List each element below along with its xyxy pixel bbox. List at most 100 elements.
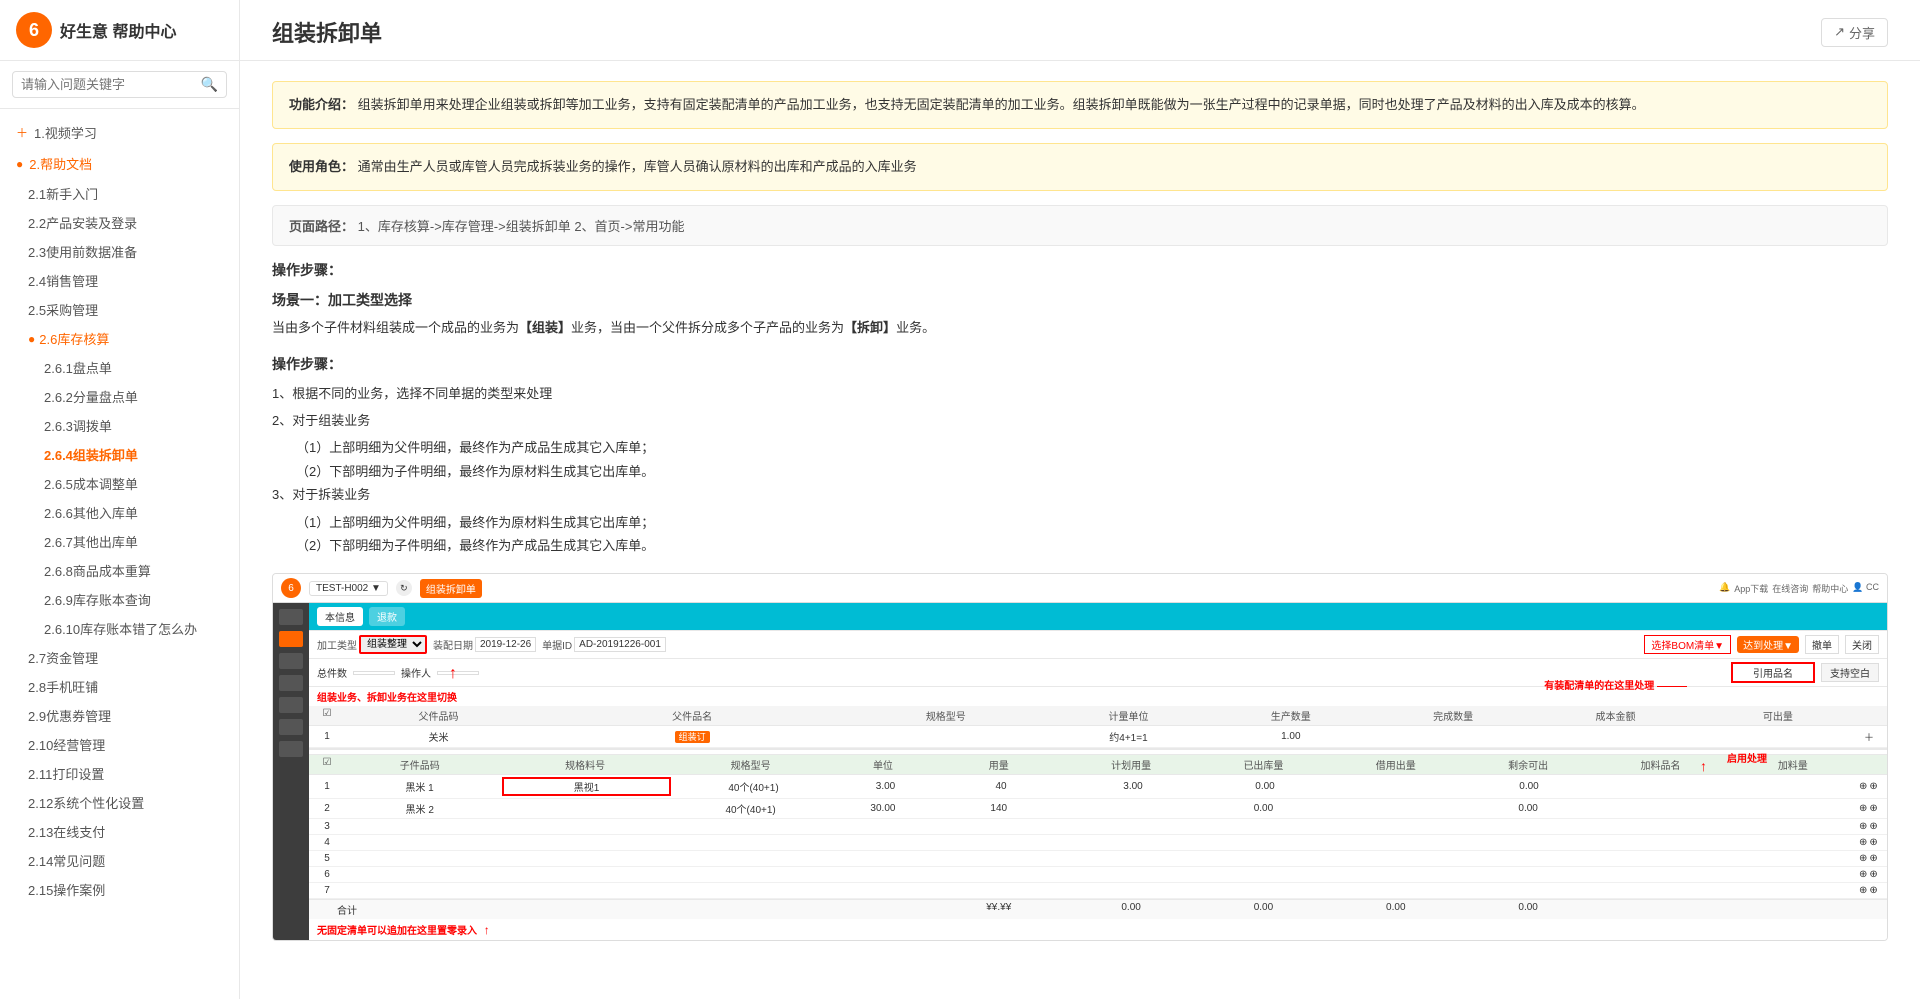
sidebar-item-2-6-6[interactable]: 2.6.6其他入库单 xyxy=(44,498,239,527)
sidebar-item-2-7[interactable]: 2.7资金管理 xyxy=(28,643,239,672)
mock-company-select: TEST-H002 ▼ xyxy=(309,581,388,596)
mock-child-row-1: 1 黑米 1 黑视1 40个(40+1) 3.00 40 3.00 0.00 xyxy=(309,775,1887,799)
sidebar-item-2-6-1[interactable]: 2.6.1盘点单 xyxy=(44,353,239,382)
sidebar-item-2-2[interactable]: 2.2产品安装及登录 xyxy=(28,208,239,237)
mock-count-value xyxy=(353,671,395,675)
mock-row-badge: 组装订 xyxy=(675,731,710,743)
path-block: 页面路径： 1、库存核算->库存管理->组装拆卸单 2、首页->常用功能 xyxy=(272,205,1888,246)
sidebar-item-2-1[interactable]: 2.1新手入门 xyxy=(28,179,239,208)
share-icon: ↗ xyxy=(1834,24,1845,40)
search-input[interactable] xyxy=(21,77,201,92)
sidebar-item-2-13[interactable]: 2.13在线支付 xyxy=(28,817,239,846)
sidebar-item-2-5[interactable]: 2.5采购管理 xyxy=(28,295,239,324)
sidebar-item-2-3[interactable]: 2.3使用前数据准备 xyxy=(28,237,239,266)
mock-child-row-6: 6 ⊕⊕ xyxy=(309,867,1887,883)
mock-undo-btn[interactable]: 撤单 xyxy=(1805,635,1839,654)
step2-sub2: （2）下部明细为子件明细，最终作为原材料生成其它出库单。 xyxy=(296,460,1888,483)
mock-id-value: AD-20191226-001 xyxy=(574,637,666,652)
logo-area: 6 好生意 帮助中心 xyxy=(0,0,239,61)
sidebar-item-2-6-2[interactable]: 2.6.2分量盘点单 xyxy=(44,382,239,411)
mock-form-header: 本信息 退款 xyxy=(309,603,1887,631)
mock-field-id: 单据ID AD-20191226-001 xyxy=(542,637,666,652)
page-header: 组装拆卸单 ↗ 分享 xyxy=(240,0,1920,61)
mock-child-row-4: 4 ⊕⊕ xyxy=(309,835,1887,851)
mock-child-row-3: 3 ⊕⊕ xyxy=(309,819,1887,835)
mock-person-value xyxy=(437,671,479,675)
app-title: 好生意 帮助中心 xyxy=(60,18,176,42)
mock-cancel-btn[interactable]: 关闭 xyxy=(1845,635,1879,654)
sidebar-item-2-6-5[interactable]: 2.6.5成本调整单 xyxy=(44,469,239,498)
sidebar-item-2-6-7[interactable]: 2.6.7其他出库单 xyxy=(44,527,239,556)
mock-left-sidebar xyxy=(273,603,309,940)
sidebar-item-2-4[interactable]: 2.4销售管理 xyxy=(28,266,239,295)
search-box[interactable]: 🔍 xyxy=(12,71,227,98)
share-button[interactable]: ↗ 分享 xyxy=(1821,18,1888,47)
main-area: 组装拆卸单 ↗ 分享 功能介绍： 组装拆卸单用来处理企业组装或拆卸等加工业务，支… xyxy=(240,0,1920,999)
sidebar-item-2-12[interactable]: 2.12系统个性化设置 xyxy=(28,788,239,817)
sidebar-item-2-6-8[interactable]: 2.6.8商品成本重算 xyxy=(44,556,239,585)
mock-bom-select[interactable]: 选择BOM清单▼ xyxy=(1644,635,1731,654)
sidebar-item-videos[interactable]: ＋ 1.视频学习 xyxy=(0,117,239,148)
sidebar-2-6-children: 2.6.1盘点单 2.6.2分量盘点单 2.6.3调拨单 2.6.4组装拆卸单 … xyxy=(28,353,239,643)
mock-main-area: 本信息 退款 加工类型 组装整理 xyxy=(273,603,1887,940)
mock-sidebar-orders xyxy=(279,631,303,647)
mock-field-date: 装配日期 2019-12-26 xyxy=(433,637,536,652)
sidebar-item-2-14[interactable]: 2.14常见问题 xyxy=(28,846,239,875)
scene1-desc: 当由多个子件材料组装成一个成品的业务为【组装】业务，当由一个父件拆分成多个子产品… xyxy=(272,316,1888,339)
sidebar-item-2-11[interactable]: 2.11打印设置 xyxy=(28,759,239,788)
sidebar-item-2-6-3[interactable]: 2.6.3调拨单 xyxy=(44,411,239,440)
page-title: 组装拆卸单 xyxy=(272,16,382,48)
mock-child-table-footer: 合计 ¥¥.¥¥ 0.00 0.00 0.00 0.00 xyxy=(309,899,1887,919)
mock-sidebar-settings xyxy=(279,741,303,757)
nav-tree: ＋ 1.视频学习 ● 2.帮助文档 2.1新手入门 2.2产品安装及登录 2.3… xyxy=(0,109,239,999)
mock-type-select[interactable]: 组装整理 xyxy=(359,635,427,654)
mock-parent-row-1: 1 关米 组装订 约4+1=1 1.00 xyxy=(309,726,1887,748)
sidebar-item-docs[interactable]: ● 2.帮助文档 xyxy=(0,148,239,179)
mock-refresh-icon: ↻ xyxy=(396,580,412,596)
step2: 2、对于组装业务 xyxy=(272,409,1888,432)
sidebar-item-2-6-9[interactable]: 2.6.9库存账本查询 xyxy=(44,585,239,614)
mock-child-row-7: 7 ⊕⊕ xyxy=(309,883,1887,899)
steps-label: 操作步骤： xyxy=(272,354,1888,374)
mock-sidebar-reports xyxy=(279,719,303,735)
mock-warehouse-input[interactable]: 引用品名 xyxy=(1731,662,1815,683)
arrow-up-icon: ↑ xyxy=(449,665,457,683)
mock-topbar: 6 TEST-H002 ▼ ↻ 组装拆卸单 🔔App下载在线咨询帮助中心👤 CC xyxy=(273,574,1887,603)
mock-parent-table-header: ☑ 父件品码 父件品名 规格型号 计量单位 生产数量 完成数量 成本金额 可出量 xyxy=(309,706,1887,726)
mock-field-type: 加工类型 组装整理 xyxy=(317,635,427,654)
mock-child-table-header: ☑ 子件品码 规格料号 规格型号 单位 用量 计划用量 已出库量 借用出量 xyxy=(309,754,1887,775)
annotation-no-bom: 无固定清单可以追加在这里置零录入 xyxy=(317,926,477,937)
annotation-bom: 有装配清单的在这里处理 ——— xyxy=(1544,677,1687,692)
step3-sub1: （1）上部明细为父件明细，最终作为原材料生成其它出库单； xyxy=(296,511,1888,534)
sidebar-item-2-10[interactable]: 2.10经营管理 xyxy=(28,730,239,759)
mock-label-count: 总件数 xyxy=(317,665,347,680)
sidebar-item-2-15[interactable]: 2.15操作案例 xyxy=(28,875,239,904)
mock-annotation-bottom: 无固定清单可以追加在这里置零录入 ↑ xyxy=(309,919,1887,940)
mock-topbar-right: 🔔App下载在线咨询帮助中心👤 CC xyxy=(1719,582,1879,595)
sidebar-item-2-8[interactable]: 2.8手机旺铺 xyxy=(28,672,239,701)
step3-sub2: （2）下部明细为子件明细，最终作为产成品生成其它入库单。 xyxy=(296,534,1888,557)
mock-child-row-5: 5 ⊕⊕ xyxy=(309,851,1887,867)
role-block: 使用角色： 通常由生产人员或库管人员完成拆装业务的操作，库管人员确认原材料的出库… xyxy=(272,143,1888,191)
mock-annotation-enable: 启用处理 ↑ xyxy=(309,750,1887,754)
sidebar: 6 好生意 帮助中心 🔍 ＋ 1.视频学习 ● 2.帮助文档 2.1新手入门 2… xyxy=(0,0,240,999)
search-icon[interactable]: 🔍 xyxy=(201,76,218,93)
content-area: 组装拆卸单 ↗ 分享 功能介绍： 组装拆卸单用来处理企业组装或拆卸等加工业务，支… xyxy=(240,0,1920,999)
sidebar-item-2-6[interactable]: ● 2.6库存核算 xyxy=(28,324,239,353)
mock-date-value: 2019-12-26 xyxy=(475,637,536,652)
mock-sidebar-products xyxy=(279,653,303,669)
screenshot-container: 6 TEST-H002 ▼ ↻ 组装拆卸单 🔔App下载在线咨询帮助中心👤 CC xyxy=(272,573,1888,941)
mock-process-btn[interactable]: 达到处理▼ xyxy=(1737,636,1799,653)
step2-sub1: （1）上部明细为父件明细，最终作为产成品生成其它入库单； xyxy=(296,436,1888,459)
mock-tab-info: 本信息 xyxy=(317,607,363,626)
mock-logo: 6 xyxy=(281,578,301,598)
sidebar-item-2-6-4[interactable]: 2.6.4组装拆卸单 xyxy=(44,440,239,469)
mock-child-row-2: 2 黑米 2 40个(40+1) 30.00 140 0.00 xyxy=(309,799,1887,819)
sidebar-item-2-6-10[interactable]: 2.6.10库存账本错了怎么办 xyxy=(44,614,239,643)
step2-sub: （1）上部明细为父件明细，最终作为产成品生成其它入库单； （2）下部明细为子件明… xyxy=(272,436,1888,483)
sidebar-docs-children: 2.1新手入门 2.2产品安装及登录 2.3使用前数据准备 2.4销售管理 2.… xyxy=(0,179,239,904)
sidebar-item-2-9[interactable]: 2.9优惠券管理 xyxy=(28,701,239,730)
operation-label: 操作步骤： xyxy=(272,260,1888,280)
annotation-type-switch: 组装业务、拆卸业务在这里切换 xyxy=(317,693,457,704)
mock-ok-btn[interactable]: 支持空白 xyxy=(1821,663,1879,682)
